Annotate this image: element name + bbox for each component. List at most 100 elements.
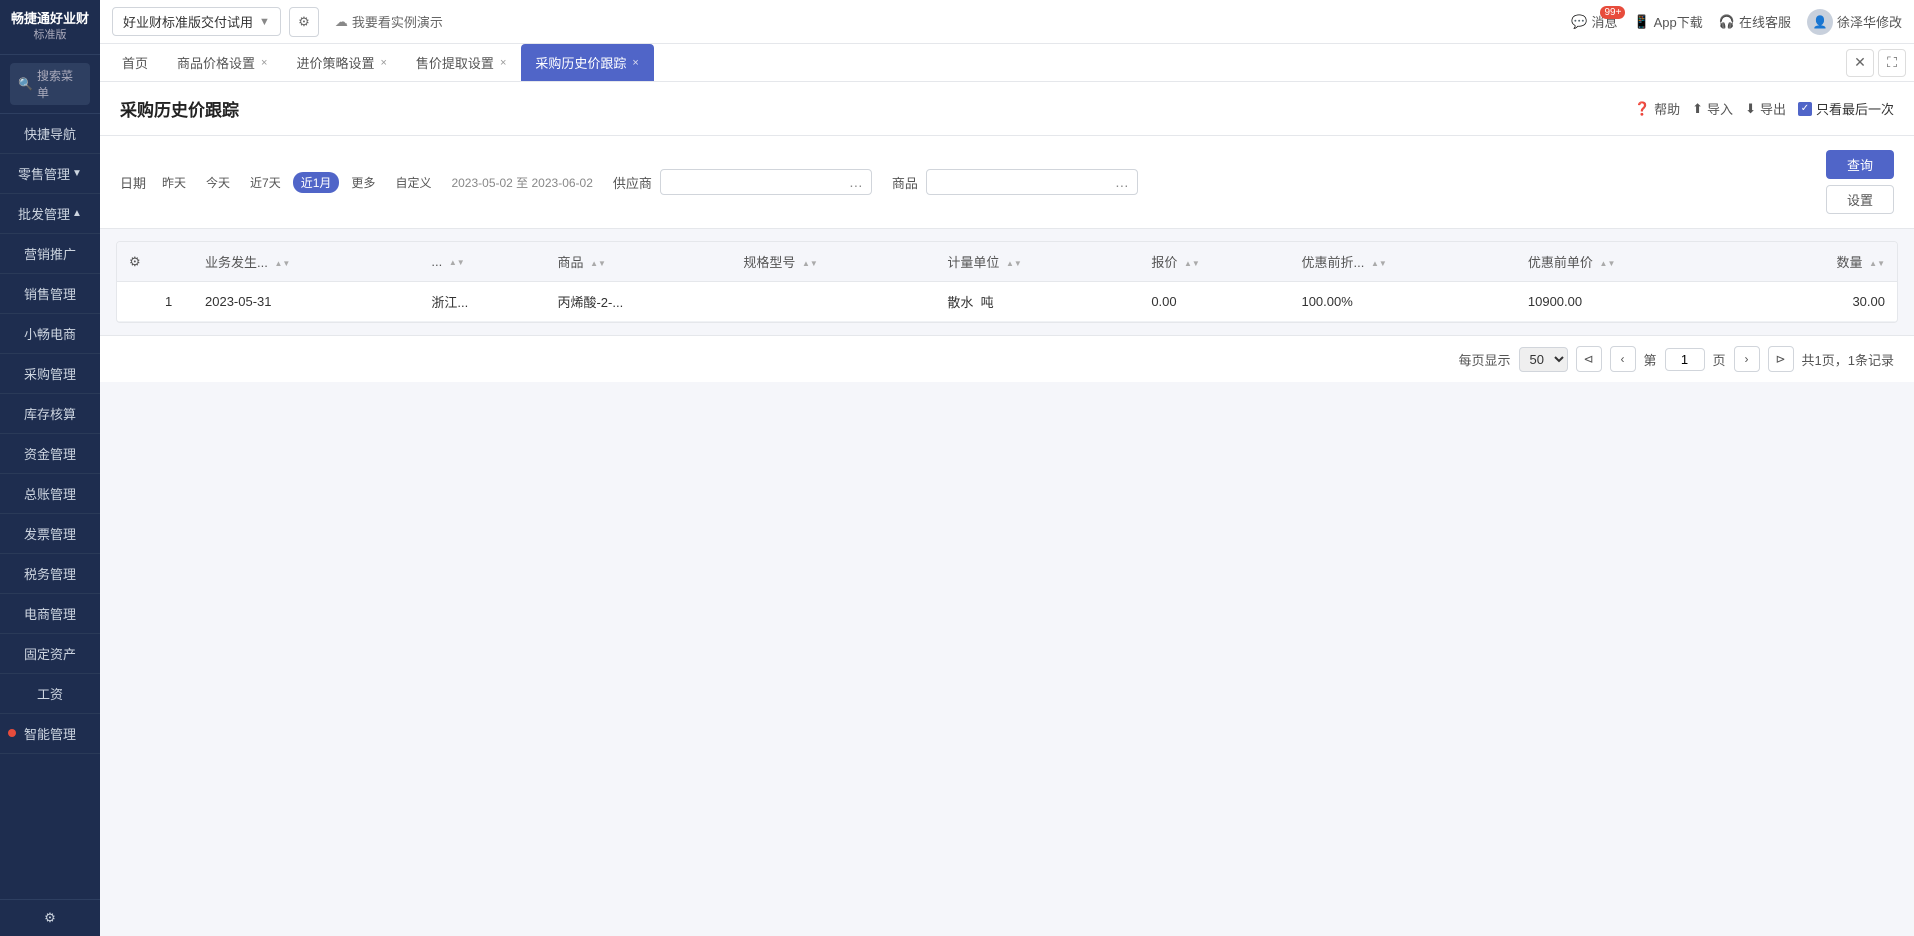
- retail-label: 零售管理: [18, 164, 70, 183]
- sidebar-bottom-settings[interactable]: ⚙: [0, 899, 100, 936]
- version-selector[interactable]: 好业财标准版交付试用 ▼: [112, 7, 281, 36]
- next-page-button[interactable]: ›: [1734, 346, 1760, 372]
- filter-area: 日期 昨天 今天 近7天 近1月 更多 自定义 2023-05-02 至 202…: [100, 136, 1914, 229]
- sidebar-item-retail[interactable]: 零售管理 ▼: [0, 154, 100, 194]
- prev-page-button[interactable]: ‹: [1610, 346, 1636, 372]
- avatar: 👤: [1807, 9, 1833, 35]
- tab-expand-button[interactable]: ⛶: [1878, 49, 1906, 77]
- row-actions: [117, 282, 153, 322]
- last-page-icon: ⊳: [1776, 352, 1786, 366]
- sidebar-item-ecommerce[interactable]: 电商管理: [0, 594, 100, 634]
- th-biz-date[interactable]: 业务发生... ▲▼: [193, 242, 419, 282]
- tab-home[interactable]: 首页: [108, 44, 163, 81]
- sidebar-item-purchase[interactable]: 采购管理: [0, 354, 100, 394]
- sidebar-item-capital[interactable]: 资金管理: [0, 434, 100, 474]
- sort-icon: ▲▼: [802, 260, 818, 268]
- date-filter-label: 日期: [120, 173, 146, 192]
- wholesale-label: 批发管理: [18, 204, 70, 223]
- goods-dots[interactable]: …: [1115, 174, 1129, 190]
- user-menu-button[interactable]: 👤 徐泽华修改: [1807, 9, 1902, 35]
- page-input[interactable]: [1665, 348, 1705, 371]
- tab-goods-price-close[interactable]: ×: [261, 57, 267, 69]
- th-price[interactable]: 报价 ▲▼: [1139, 242, 1289, 282]
- th-gear[interactable]: ⚙: [117, 242, 153, 282]
- goods-input[interactable]: [935, 175, 1111, 190]
- filter-actions: 查询 设置: [1826, 150, 1894, 214]
- only-last-checkbox[interactable]: ✓ 只看最后一次: [1798, 99, 1894, 118]
- th-pre-discount-price[interactable]: 优惠前单价 ▲▼: [1516, 242, 1747, 282]
- messages-button[interactable]: 💬 消息 99+: [1571, 12, 1617, 31]
- goods-label: 商品: [892, 173, 918, 192]
- th-spec[interactable]: 规格型号 ▲▼: [731, 242, 935, 282]
- app-download-button[interactable]: 📱 App下载: [1633, 12, 1702, 31]
- supplier-input[interactable]: [669, 175, 845, 190]
- download-icon: 📱: [1633, 14, 1649, 30]
- sidebar-item-inventory[interactable]: 库存核算: [0, 394, 100, 434]
- sidebar-item-general-ledger[interactable]: 总账管理: [0, 474, 100, 514]
- th-more[interactable]: ... ▲▼: [419, 242, 545, 282]
- supplier-dots[interactable]: …: [849, 174, 863, 190]
- query-button[interactable]: 查询: [1826, 150, 1894, 179]
- th-unit[interactable]: 计量单位 ▲▼: [935, 242, 1139, 282]
- settings-button[interactable]: 设置: [1826, 185, 1894, 214]
- sort-icon: ▲▼: [274, 260, 290, 268]
- pagination-area: 每页显示 50 ⊲ ‹ 第 页 › ⊳ 共1页，1条记录: [100, 335, 1914, 382]
- supplier-label: 供应商: [613, 173, 652, 192]
- logo-subtitle: 标准版: [8, 28, 92, 43]
- sort-icon: ▲▼: [1869, 260, 1885, 268]
- tab-purchase-history[interactable]: 采购历史价跟踪 ×: [521, 44, 653, 81]
- th-discount[interactable]: 优惠前折... ▲▼: [1289, 242, 1515, 282]
- supplier-input-box[interactable]: …: [660, 169, 872, 195]
- export-button[interactable]: ⬇ 导出: [1745, 99, 1786, 118]
- sidebar-item-sales[interactable]: 销售管理: [0, 274, 100, 314]
- supplier-filter-group: 供应商 …: [613, 169, 872, 195]
- sidebar-item-tax[interactable]: 税务管理: [0, 554, 100, 594]
- export-icon: ⬇: [1745, 101, 1756, 117]
- tab-sale-price[interactable]: 售价提取设置 ×: [402, 44, 521, 81]
- sidebar-item-ecommerce-small[interactable]: 小畅电商: [0, 314, 100, 354]
- tab-purchase-strategy-close[interactable]: ×: [380, 57, 386, 69]
- date-opt-7days[interactable]: 近7天: [242, 172, 289, 193]
- date-opt-custom[interactable]: 自定义: [387, 172, 439, 193]
- sidebar-search-section: 🔍 搜索菜单: [0, 55, 100, 114]
- goods-filter-group: 商品 …: [892, 169, 1138, 195]
- import-button[interactable]: ⬆ 导入: [1692, 99, 1733, 118]
- sidebar-item-smart[interactable]: 智能管理: [0, 714, 100, 754]
- sidebar-item-quick-nav[interactable]: 快捷导航: [0, 114, 100, 154]
- sidebar-item-salary[interactable]: 工资: [0, 674, 100, 714]
- sidebar-search-button[interactable]: 🔍 搜索菜单: [10, 63, 90, 105]
- sidebar-item-fixed-assets[interactable]: 固定资产: [0, 634, 100, 674]
- tab-goods-price[interactable]: 商品价格设置 ×: [163, 44, 282, 81]
- table-header-row: ⚙ 业务发生... ▲▼ ... ▲▼ 商品 ▲▼: [117, 242, 1897, 282]
- sidebar-item-marketing[interactable]: 营销推广: [0, 234, 100, 274]
- date-opt-today[interactable]: 今天: [198, 172, 238, 193]
- demo-button[interactable]: ☁ 我要看实例演示: [335, 12, 443, 31]
- tab-sale-price-close[interactable]: ×: [500, 57, 506, 69]
- first-page-button[interactable]: ⊲: [1576, 346, 1602, 372]
- goods-input-box[interactable]: …: [926, 169, 1138, 195]
- sidebar-item-invoice[interactable]: 发票管理: [0, 514, 100, 554]
- total-info: 共1页，1条记录: [1802, 350, 1894, 369]
- user-icon: 👤: [1813, 15, 1828, 29]
- only-last-label: 只看最后一次: [1816, 99, 1894, 118]
- topbar-settings-button[interactable]: ⚙: [289, 7, 319, 37]
- date-opt-yesterday[interactable]: 昨天: [154, 172, 194, 193]
- th-goods[interactable]: 商品 ▲▼: [545, 242, 731, 282]
- tab-close-button[interactable]: ✕: [1846, 49, 1874, 77]
- table-container: ⚙ 业务发生... ▲▼ ... ▲▼ 商品 ▲▼: [116, 241, 1898, 323]
- app-download-label: App下载: [1654, 12, 1703, 31]
- date-opt-more[interactable]: 更多: [343, 172, 383, 193]
- tab-controls: ✕ ⛶: [1846, 49, 1906, 77]
- tab-purchase-history-close[interactable]: ×: [632, 57, 638, 69]
- per-page-select[interactable]: 50: [1519, 347, 1568, 372]
- date-opt-1month[interactable]: 近1月: [293, 172, 340, 193]
- online-service-button[interactable]: 🎧 在线客服: [1719, 12, 1791, 31]
- tab-purchase-strategy[interactable]: 进价策略设置 ×: [282, 44, 401, 81]
- message-icon: 💬: [1571, 14, 1587, 30]
- last-page-button[interactable]: ⊳: [1768, 346, 1794, 372]
- demo-label: 我要看实例演示: [352, 12, 443, 31]
- tab-home-label: 首页: [122, 53, 148, 72]
- help-button[interactable]: ❓ 帮助: [1634, 99, 1680, 118]
- th-quantity[interactable]: 数量 ▲▼: [1747, 242, 1897, 282]
- sidebar-item-wholesale[interactable]: 批发管理 ▲: [0, 194, 100, 234]
